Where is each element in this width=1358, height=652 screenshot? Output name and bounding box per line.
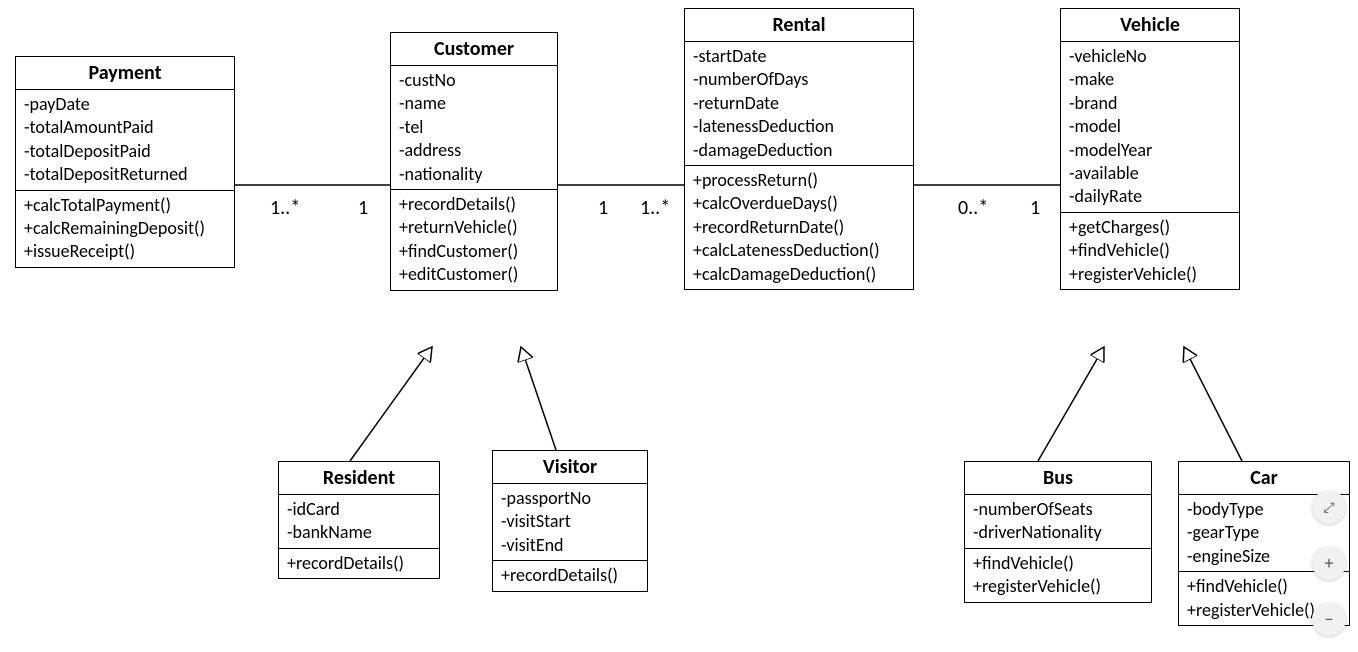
class-car[interactable]: Car -bodyType -gearType -engineSize +fin… (1178, 461, 1350, 626)
class-title: Visitor (493, 451, 647, 484)
class-attributes: -startDate -numberOfDays -returnDate -la… (685, 42, 913, 166)
class-attributes: -vehicleNo -make -brand -model -modelYea… (1061, 42, 1239, 213)
class-operations: +getCharges() +findVehicle() +registerVe… (1061, 213, 1239, 289)
class-attributes: -numberOfSeats -driverNationality (965, 495, 1151, 549)
class-title: Vehicle (1061, 9, 1239, 42)
mult-label: 1..* (270, 196, 300, 220)
mult-label: 1..* (640, 196, 670, 220)
mult-label: 1 (358, 196, 368, 220)
class-operations: +recordDetails() (279, 549, 439, 578)
class-operations: +recordDetails() (493, 561, 647, 590)
class-vehicle[interactable]: Vehicle -vehicleNo -make -brand -model -… (1060, 8, 1240, 290)
class-attributes: -passportNo -visitStart -visitEnd (493, 484, 647, 561)
class-attributes: -idCard -bankName (279, 495, 439, 549)
class-title: Payment (16, 57, 234, 90)
class-operations: +processReturn() +calcOverdueDays() +rec… (685, 166, 913, 289)
class-title: Rental (685, 9, 913, 42)
mult-label: 1 (1030, 196, 1040, 220)
class-operations: +findVehicle() +registerVehicle() (965, 549, 1151, 602)
class-visitor[interactable]: Visitor -passportNo -visitStart -visitEn… (492, 450, 648, 592)
expand-icon[interactable]: ⤢ (1312, 490, 1346, 524)
class-attributes: -custNo -name -tel -address -nationality (391, 66, 557, 190)
class-rental[interactable]: Rental -startDate -numberOfDays -returnD… (684, 8, 914, 290)
class-title: Resident (279, 462, 439, 495)
class-resident[interactable]: Resident -idCard -bankName +recordDetail… (278, 461, 440, 579)
class-attributes: -payDate -totalAmountPaid -totalDepositP… (16, 90, 234, 191)
class-operations: +calcTotalPayment() +calcRemainingDeposi… (16, 191, 234, 267)
class-bus[interactable]: Bus -numberOfSeats -driverNationality +f… (964, 461, 1152, 603)
mult-label: 0..* (958, 196, 988, 220)
class-payment[interactable]: Payment -payDate -totalAmountPaid -total… (15, 56, 235, 268)
class-customer[interactable]: Customer -custNo -name -tel -address -na… (390, 32, 558, 291)
class-operations: +recordDetails() +returnVehicle() +findC… (391, 190, 557, 290)
class-title: Customer (391, 33, 557, 66)
zoom-out-icon[interactable]: − (1312, 602, 1346, 636)
zoom-in-icon[interactable]: + (1312, 546, 1346, 580)
class-title: Bus (965, 462, 1151, 495)
mult-label: 1 (598, 196, 608, 220)
